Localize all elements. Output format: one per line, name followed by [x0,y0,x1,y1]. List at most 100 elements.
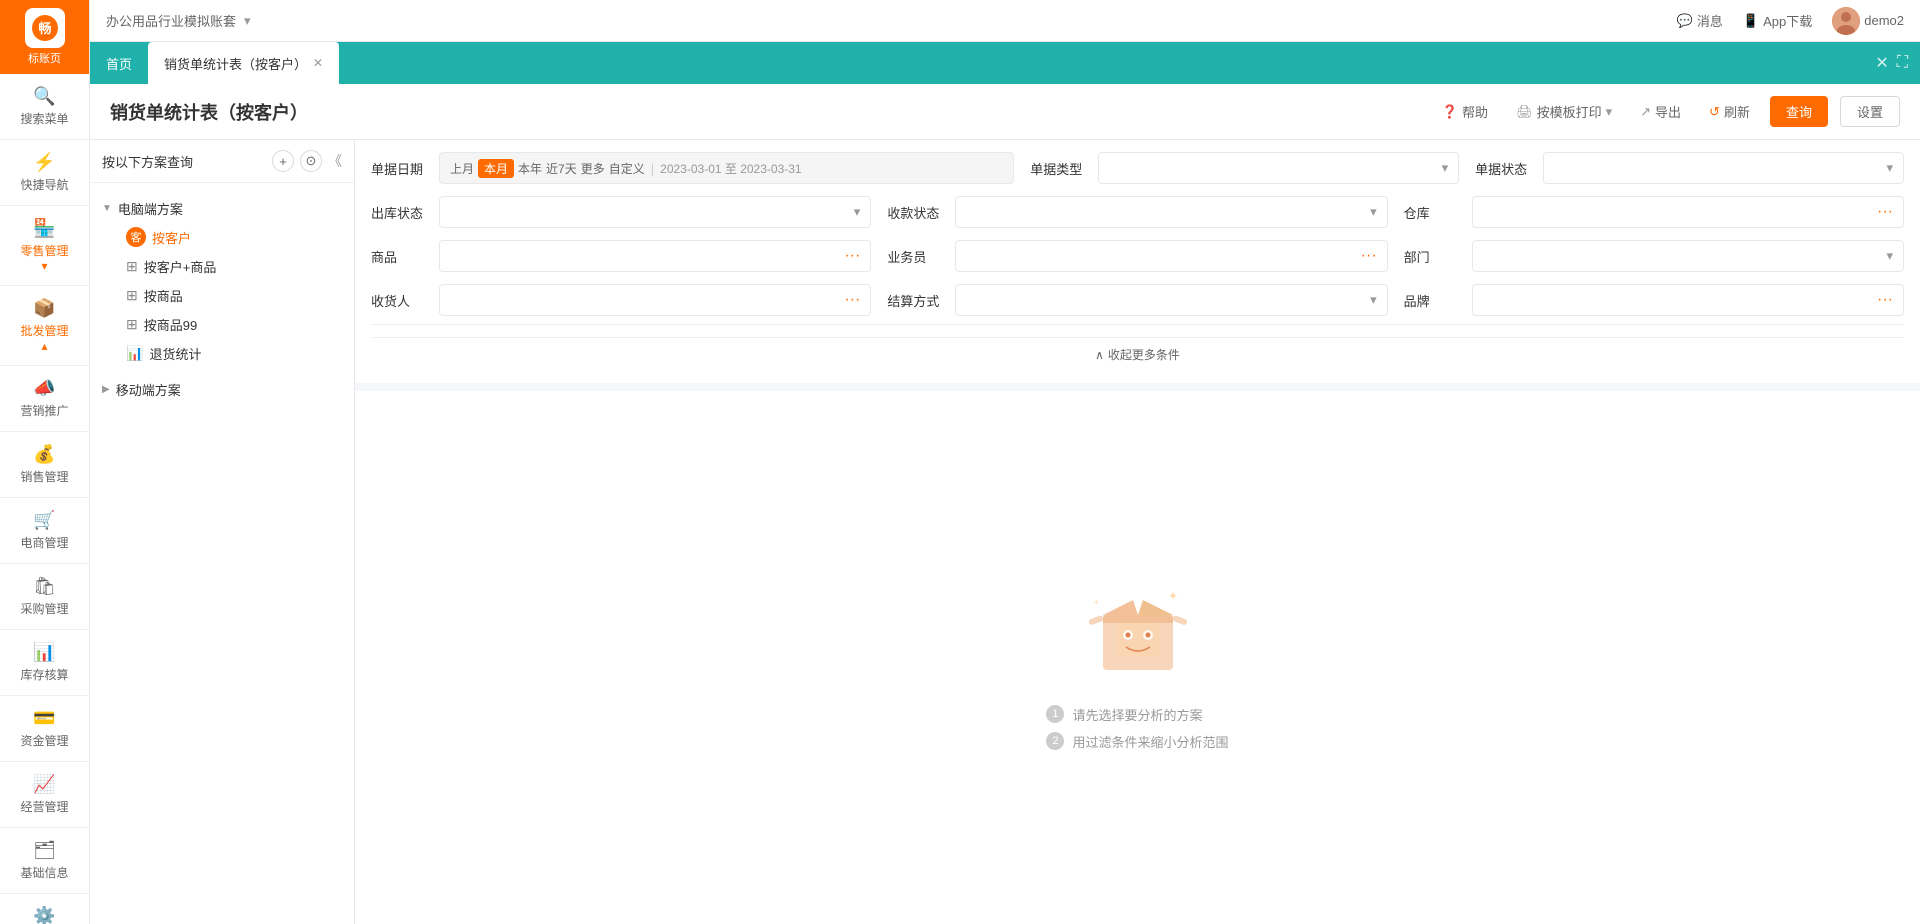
tree-item-by-customer-goods[interactable]: ⊞ 按客户+商品 [114,252,354,281]
brand-dots[interactable]: ··· [1877,291,1893,309]
receipt-status-field[interactable]: ▾ [955,196,1387,228]
tab-close-window-icon[interactable]: ✕ [1875,53,1888,73]
staff-field[interactable]: ··· [955,240,1387,272]
sidebar-item-operation[interactable]: 📈 经营管理 [0,762,89,828]
filter-doc-status: 单据状态 ▾ [1475,152,1904,184]
tree-group-desktop: ▼ 电脑端方案 客 按客户 ⊞ 按客户+商品 [90,191,354,372]
sidebar-item-retail[interactable]: 🏪 零售管理 ▾ [0,206,89,286]
nav-icon: ⚡ [33,152,55,173]
sales-icon: 💰 [33,444,55,465]
sidebar-item-sales[interactable]: 💰 销售管理 [0,432,89,498]
date-shortcut-last-month[interactable]: 上月 [450,160,474,177]
staff-dots[interactable]: ··· [1361,247,1377,265]
payment-label: 结算方式 [887,291,947,310]
sidebar-item-system[interactable]: ⚙️ 系统管理 [0,894,89,924]
goods-dots[interactable]: ··· [844,247,860,265]
finance-icon: 💳 [33,708,55,729]
filter-row-4: 收货人 ··· 结算方式 ▾ [371,284,1904,316]
tree-group-mobile: ▶ 移动端方案 [90,372,354,407]
settings-button[interactable]: 设置 [1840,96,1900,127]
content-body: 按以下方案查询 + ⊙ 《 ▼ 电脑端方案 [90,140,1920,924]
query-button[interactable]: 查询 [1770,96,1828,127]
sidebar-item-basic[interactable]: 🗂 基础信息 [0,828,89,894]
tree-item-by-customer[interactable]: 客 按客户 [114,222,354,252]
tree-group-mobile-header[interactable]: ▶ 移动端方案 [90,376,354,403]
doc-status-field[interactable]: ▾ [1543,152,1904,184]
filter-dept: 部门 ▾ [1404,240,1904,272]
tree-item-by-customer-goods-label: 按客户+商品 [144,257,217,276]
desktop-group-arrow: ▼ [102,203,112,214]
purchase-icon: 🛍 [33,576,56,597]
out-status-arrow: ▾ [854,204,861,220]
warehouse-dots[interactable]: ··· [1877,203,1893,221]
tree-item-return-stat[interactable]: 📊 退货统计 [114,339,354,368]
print-arrow: ▾ [1606,104,1613,120]
sidebar-item-inventory[interactable]: 📊 库存核算 [0,630,89,696]
date-field[interactable]: 上月 本月 本年 近7天 更多 自定义 | 2023-03-01 至 2023-… [439,152,1014,184]
sidebar-item-search[interactable]: 🔍 搜索菜单 [0,74,89,140]
sidebar-item-basic-label: 基础信息 [20,864,68,881]
help-btn[interactable]: ❓ 帮助 [1434,98,1496,125]
doc-type-label: 单据类型 [1030,159,1090,178]
sidebar-item-finance[interactable]: 💳 资金管理 [0,696,89,762]
tab-sales-stat[interactable]: 销货单统计表（按客户） ✕ [148,42,339,84]
marketing-icon: 📣 [33,378,55,399]
scheme-panel-actions: + ⊙ 《 [272,150,342,172]
message-label: 消息 [1697,11,1723,30]
empty-tip-1: 1 请先选择要分析的方案 [1046,705,1228,724]
out-status-field[interactable]: ▾ [439,196,871,228]
warehouse-field[interactable]: ··· [1472,196,1904,228]
receiver-label: 收货人 [371,291,431,310]
date-shortcut-more[interactable]: 更多 [581,160,605,177]
doc-type-field[interactable]: ▾ [1098,152,1459,184]
basic-icon: 🗂 [33,840,56,861]
user-area[interactable]: demo2 [1832,7,1904,35]
app-download-btn[interactable]: 📱 App下载 [1743,11,1812,30]
by-customer-goods-icon: ⊞ [126,258,138,275]
tree-item-by-goods[interactable]: ⊞ 按商品 [114,281,354,310]
refresh-btn[interactable]: ↺ 刷新 [1701,98,1758,125]
tab-bar-actions: ✕ ⛶ [1875,53,1920,73]
receiver-dots[interactable]: ··· [844,291,860,309]
page-header: 销货单统计表（按客户） ❓ 帮助 🖨 按模板打印 ▾ ↗ 导出 ↺ 刷新 [90,84,1920,140]
brand-field[interactable]: ··· [1472,284,1904,316]
collapse-more-btn[interactable]: ∧ 收起更多条件 [371,337,1904,371]
staff-label: 业务员 [887,247,947,266]
mobile-group-label: 移动端方案 [116,380,181,399]
date-shortcut-this-month[interactable]: 本月 [478,159,514,178]
receiver-field[interactable]: ··· [439,284,871,316]
print-btn[interactable]: 🖨 按模板打印 ▾ [1508,98,1620,125]
sidebar-item-wholesale[interactable]: 📦 批发管理 ▴ [0,286,89,366]
collapse-up-icon: ∧ [1095,348,1104,362]
breadcrumb-dropdown[interactable]: ▾ [244,13,251,29]
dept-field[interactable]: ▾ [1472,240,1904,272]
logo-button[interactable]: 畅 标账页 [0,0,89,74]
date-shortcut-7days[interactable]: 近7天 [546,160,577,177]
date-shortcut-this-year[interactable]: 本年 [518,160,542,177]
sidebar-item-marketing[interactable]: 📣 营销推广 [0,366,89,432]
tab-close-icon[interactable]: ✕ [313,56,323,70]
date-shortcut-custom[interactable]: 自定义 [609,160,645,177]
tab-home[interactable]: 首页 [90,42,148,84]
goods-field[interactable]: ··· [439,240,871,272]
receipt-status-label: 收款状态 [887,203,947,222]
tree-item-by-goods-99[interactable]: ⊞ 按商品99 [114,310,354,339]
mobile-group-arrow: ▶ [102,384,110,395]
tree-group-desktop-header[interactable]: ▼ 电脑端方案 [90,195,354,222]
sidebar-item-quick-nav[interactable]: ⚡ 快捷导航 [0,140,89,206]
payment-arrow: ▾ [1370,292,1377,308]
export-btn[interactable]: ↗ 导出 [1632,98,1689,125]
logo-text: 标账页 [28,50,61,66]
sidebar-item-ecom[interactable]: 🛒 电商管理 [0,498,89,564]
payment-field[interactable]: ▾ [955,284,1387,316]
help-icon: ❓ [1442,104,1458,120]
scheme-add-btn[interactable]: + [272,150,294,172]
message-btn[interactable]: 💬 消息 [1677,11,1723,30]
filter-row-1: 单据日期 上月 本月 本年 近7天 更多 自定义 | 2023-03-01 至 … [371,152,1904,184]
scheme-collapse-btn[interactable]: 《 [328,151,342,171]
svg-text:✦: ✦ [1168,589,1178,603]
scheme-edit-btn[interactable]: ⊙ [300,150,322,172]
sidebar-item-purchase[interactable]: 🛍 采购管理 [0,564,89,630]
refresh-icon: ↺ [1709,104,1720,120]
tab-maximize-icon[interactable]: ⛶ [1897,54,1908,72]
